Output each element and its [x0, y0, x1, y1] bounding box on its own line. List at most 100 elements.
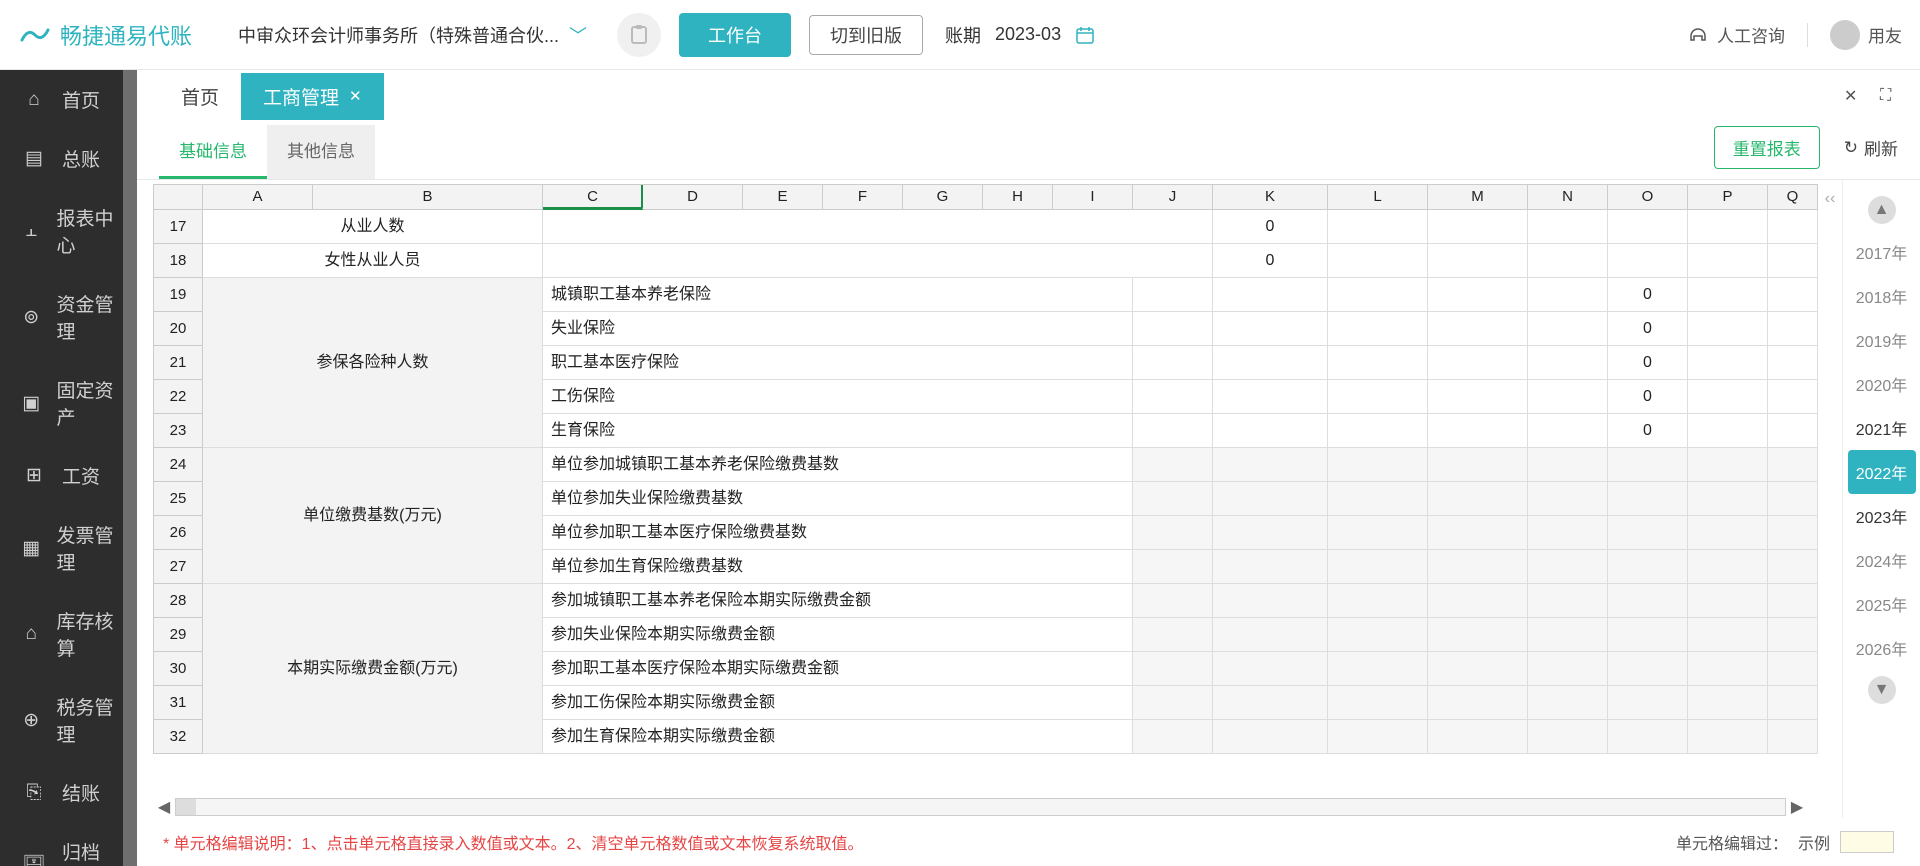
- col-header-Q[interactable]: Q: [1768, 184, 1818, 210]
- cell[interactable]: [1768, 482, 1818, 516]
- cell[interactable]: [1608, 652, 1688, 686]
- year-option[interactable]: 2017年: [1848, 230, 1916, 274]
- cell[interactable]: [1133, 380, 1213, 414]
- page-tab-0[interactable]: 首页: [159, 73, 241, 120]
- col-header-A[interactable]: A: [203, 184, 313, 210]
- cell[interactable]: [1328, 482, 1428, 516]
- col-header-K[interactable]: K: [1213, 184, 1328, 210]
- cell[interactable]: 参加生育保险本期实际缴费金额: [543, 720, 1133, 754]
- year-up-icon[interactable]: ▲: [1868, 196, 1896, 224]
- col-header-L[interactable]: L: [1328, 184, 1428, 210]
- cell[interactable]: [1768, 652, 1818, 686]
- refresh-button[interactable]: ↻ 刷新: [1844, 135, 1898, 160]
- row-header[interactable]: 20: [153, 312, 203, 346]
- cell[interactable]: [1133, 448, 1213, 482]
- cell[interactable]: [1608, 210, 1688, 244]
- cell[interactable]: [1133, 346, 1213, 380]
- cell[interactable]: [1688, 550, 1768, 584]
- cell[interactable]: [1213, 584, 1328, 618]
- cell[interactable]: [1768, 618, 1818, 652]
- col-header-G[interactable]: G: [903, 184, 983, 210]
- page-tab-1[interactable]: 工商管理✕: [241, 73, 384, 120]
- cell[interactable]: [1688, 278, 1768, 312]
- cell[interactable]: [1328, 312, 1428, 346]
- cell[interactable]: [1328, 414, 1428, 448]
- col-header-N[interactable]: N: [1528, 184, 1608, 210]
- spreadsheet[interactable]: ABCDEFGHIJKLMNOPQ 17从业人数018女性从业人员019参保各险…: [137, 180, 1818, 818]
- sidebar-item-10[interactable]: 🗄归档管理: [0, 822, 137, 866]
- cell[interactable]: [1328, 720, 1428, 754]
- support-link[interactable]: 人工咨询: [1687, 22, 1785, 47]
- sub-tab-1[interactable]: 其他信息: [267, 125, 375, 179]
- cell[interactable]: [1528, 618, 1608, 652]
- cell[interactable]: [1213, 618, 1328, 652]
- cell[interactable]: [1213, 652, 1328, 686]
- col-header-P[interactable]: P: [1688, 184, 1768, 210]
- cell[interactable]: [1328, 346, 1428, 380]
- cell[interactable]: [1133, 686, 1213, 720]
- cell[interactable]: [1528, 448, 1608, 482]
- cell[interactable]: [1688, 618, 1768, 652]
- cell[interactable]: [1428, 448, 1528, 482]
- col-header-J[interactable]: J: [1133, 184, 1213, 210]
- row-header[interactable]: 24: [153, 448, 203, 482]
- sidebar-item-2[interactable]: ⫠报表中心: [0, 188, 137, 274]
- cell[interactable]: [1328, 210, 1428, 244]
- cell[interactable]: [1133, 618, 1213, 652]
- sub-tab-0[interactable]: 基础信息: [159, 125, 267, 179]
- col-header-C[interactable]: C: [543, 184, 643, 210]
- cell[interactable]: 城镇职工基本养老保险: [543, 278, 1133, 312]
- year-down-icon[interactable]: ▼: [1868, 676, 1896, 704]
- cell[interactable]: [1213, 516, 1328, 550]
- cell[interactable]: 职工基本医疗保险: [543, 346, 1133, 380]
- cell[interactable]: [1768, 346, 1818, 380]
- cell[interactable]: 从业人数: [203, 210, 543, 244]
- cell[interactable]: [1328, 244, 1428, 278]
- workbench-button[interactable]: 工作台: [679, 13, 791, 57]
- cell[interactable]: [1688, 380, 1768, 414]
- cell[interactable]: [1428, 380, 1528, 414]
- scroll-track[interactable]: [175, 798, 1786, 816]
- cell[interactable]: [1528, 278, 1608, 312]
- switch-old-button[interactable]: 切到旧版: [809, 15, 923, 55]
- cell[interactable]: [1428, 686, 1528, 720]
- cell[interactable]: [1768, 312, 1818, 346]
- cell[interactable]: [1768, 210, 1818, 244]
- cell[interactable]: [1213, 278, 1328, 312]
- col-header-E[interactable]: E: [743, 184, 823, 210]
- cell[interactable]: 失业保险: [543, 312, 1133, 346]
- cell[interactable]: [1688, 210, 1768, 244]
- row-header[interactable]: 27: [153, 550, 203, 584]
- sidebar-item-6[interactable]: ▦发票管理: [0, 505, 137, 591]
- cell[interactable]: [1428, 312, 1528, 346]
- cell[interactable]: [543, 244, 1213, 278]
- cell[interactable]: 0: [1213, 244, 1328, 278]
- cell[interactable]: [1768, 244, 1818, 278]
- cell[interactable]: [1213, 380, 1328, 414]
- group-cell[interactable]: 单位缴费基数(万元): [203, 448, 543, 584]
- cell[interactable]: [1688, 686, 1768, 720]
- row-header[interactable]: 22: [153, 380, 203, 414]
- group-cell[interactable]: 参保各险种人数: [203, 278, 543, 448]
- cell[interactable]: [1768, 516, 1818, 550]
- cell[interactable]: [1528, 652, 1608, 686]
- period-selector[interactable]: 账期 2023-03: [945, 22, 1095, 48]
- col-header-F[interactable]: F: [823, 184, 903, 210]
- row-header[interactable]: 30: [153, 652, 203, 686]
- cell[interactable]: [1328, 380, 1428, 414]
- year-option[interactable]: 2025年: [1848, 582, 1916, 626]
- col-header-I[interactable]: I: [1053, 184, 1133, 210]
- cell[interactable]: [1428, 584, 1528, 618]
- row-header[interactable]: 19: [153, 278, 203, 312]
- cell[interactable]: [1768, 720, 1818, 754]
- cell[interactable]: [1428, 482, 1528, 516]
- year-option[interactable]: 2018年: [1848, 274, 1916, 318]
- cell[interactable]: [1213, 312, 1328, 346]
- cell[interactable]: [1528, 550, 1608, 584]
- years-collapse[interactable]: ‹‹: [1818, 180, 1842, 818]
- cell[interactable]: [1688, 312, 1768, 346]
- cell[interactable]: 参加失业保险本期实际缴费金额: [543, 618, 1133, 652]
- cell[interactable]: [1428, 618, 1528, 652]
- cell[interactable]: [1528, 482, 1608, 516]
- cell[interactable]: [1328, 516, 1428, 550]
